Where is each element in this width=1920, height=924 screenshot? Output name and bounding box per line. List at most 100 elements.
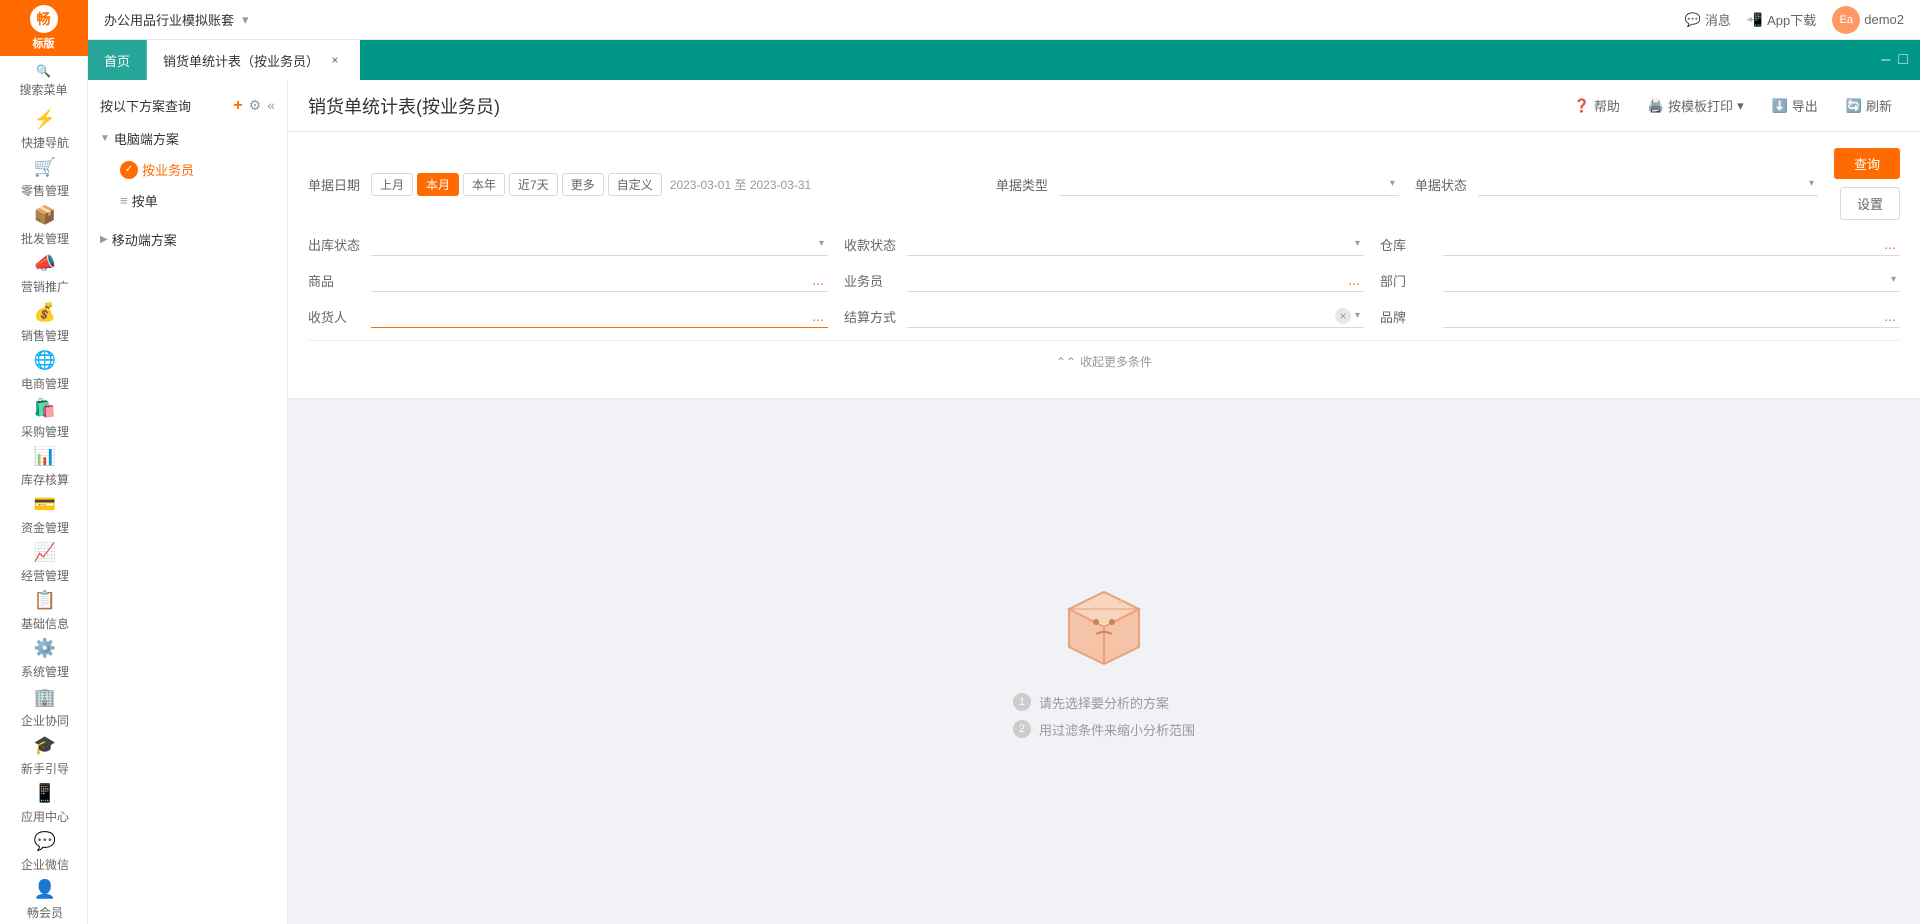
logo-icon: 畅	[30, 5, 58, 33]
sidebar-item-operation[interactable]: 📈 经营管理	[0, 539, 88, 587]
user-profile[interactable]: Ea demo2	[1832, 6, 1904, 34]
left-panel-header: 按以下方案查询 + ⚙ «	[88, 88, 287, 123]
sidebar-item-finance[interactable]: 💳 资金管理	[0, 491, 88, 539]
sidebar-item-retail[interactable]: 🛒 零售管理	[0, 154, 88, 202]
avatar: Ea	[1832, 6, 1860, 34]
date-7days-btn[interactable]: 近7天	[509, 173, 558, 196]
sidebar-item-quick[interactable]: ⚡ 快捷导航	[0, 106, 88, 154]
docstatus-select-wrap: ▾	[1478, 172, 1818, 196]
sidebar-item-base[interactable]: 📋 基础信息	[0, 587, 88, 635]
receiver-input[interactable]	[371, 304, 812, 327]
doctype-input[interactable]	[1059, 172, 1390, 195]
collapse-label: 收起更多条件	[1080, 353, 1152, 370]
filter-receiver: 收货人 ...	[308, 304, 828, 328]
tab-active[interactable]: 销货单统计表（按业务员） ×	[147, 40, 360, 80]
date-more-btn[interactable]: 更多	[562, 173, 604, 196]
department-input[interactable]	[1443, 268, 1891, 291]
query-btn[interactable]: 查询	[1834, 148, 1900, 179]
base-icon: 📋	[34, 590, 56, 611]
sidebar-item-enterprise[interactable]: 🏢 企业协同	[0, 684, 88, 732]
salesman-dots[interactable]: ...	[1348, 272, 1364, 288]
collapse-panel-btn[interactable]: «	[267, 97, 275, 115]
header-left: 办公用品行业模拟账套 ▾	[104, 10, 249, 29]
left-panel: 按以下方案查询 + ⚙ « ▼ 电脑端方案 ✓ 按业务员 ≡ 按单	[88, 80, 288, 924]
department-caret[interactable]: ▾	[1891, 274, 1900, 285]
sidebar-item-newbie[interactable]: 🎓 新手引导	[0, 732, 88, 780]
export-btn[interactable]: ⬇️ 导出	[1764, 92, 1826, 119]
tree-pc-label: 电脑端方案	[114, 129, 179, 148]
sidebar-item-inventory[interactable]: 📊 库存核算	[0, 443, 88, 491]
settlement-input[interactable]	[907, 304, 1335, 327]
empty-icon: ✦ ✦	[1054, 577, 1154, 677]
doctype-caret[interactable]: ▾	[1390, 178, 1399, 189]
left-panel-title: 按以下方案查询	[100, 96, 191, 115]
refresh-btn[interactable]: 🔄 刷新	[1838, 92, 1900, 119]
date-this-year-btn[interactable]: 本年	[463, 173, 505, 196]
sidebar-item-app[interactable]: 📱 应用中心	[0, 780, 88, 828]
app-download-btn[interactable]: 📲 App下载	[1747, 10, 1816, 29]
sidebar-item-ecommerce[interactable]: 🌐 电商管理	[0, 347, 88, 395]
sidebar-item-wechat[interactable]: 💬 企业微信	[0, 828, 88, 876]
add-plan-btn[interactable]: +	[233, 97, 242, 115]
tree-section-mobile: ▶ 移动端方案	[88, 224, 287, 255]
page-title: 销货单统计表(按业务员)	[308, 93, 500, 119]
ecommerce-icon: 🌐	[34, 350, 56, 371]
settings-plan-btn[interactable]: ⚙	[249, 97, 262, 115]
tab-maximize-btn[interactable]: □	[1898, 51, 1908, 69]
settings-btn[interactable]: 设置	[1840, 187, 1900, 220]
outstatus-input[interactable]	[371, 232, 819, 255]
sidebar-item-marketing[interactable]: 📣 营销推广	[0, 250, 88, 298]
sidebar-item-purchase[interactable]: 🛍️ 采购管理	[0, 395, 88, 443]
brand-dots[interactable]: ...	[1884, 308, 1900, 324]
docstatus-caret[interactable]: ▾	[1809, 178, 1818, 189]
tree-item-order[interactable]: ≡ 按单	[108, 185, 287, 216]
settlement-caret[interactable]: ▾	[1355, 310, 1364, 321]
product-dots[interactable]: ...	[812, 272, 828, 288]
sidebar-item-sales[interactable]: 💰 销售管理	[0, 299, 88, 347]
outstatus-caret[interactable]: ▾	[819, 238, 828, 249]
sidebar-item-search[interactable]: 🔍 搜索菜单	[0, 56, 88, 106]
warehouse-dots[interactable]: ...	[1884, 236, 1900, 252]
product-input[interactable]	[371, 268, 812, 291]
date-this-month-btn[interactable]: 本月	[417, 173, 459, 196]
active-tab-label: 销货单统计表（按业务员）	[163, 51, 319, 70]
quick-icon: ⚡	[34, 109, 56, 130]
salesman-input[interactable]	[907, 268, 1348, 291]
plan-order-label: 按单	[132, 191, 158, 210]
docstatus-input[interactable]	[1478, 172, 1809, 195]
payment-input[interactable]	[907, 232, 1355, 255]
settlement-select-wrap: × ▾	[907, 304, 1364, 328]
tab-bar: 首页 销货单统计表（按业务员） × – □	[88, 40, 1920, 80]
sidebar-item-member[interactable]: 👤 畅会员	[0, 876, 88, 924]
tab-home[interactable]: 首页	[88, 40, 147, 80]
help-btn[interactable]: ❓ 帮助	[1566, 92, 1628, 119]
message-btn[interactable]: 💬 消息	[1685, 10, 1731, 29]
collapse-btn[interactable]: ⌃⌃ 收起更多条件	[1044, 349, 1164, 374]
header-dropdown-icon[interactable]: ▾	[242, 12, 249, 28]
warehouse-input[interactable]	[1443, 232, 1884, 255]
tab-minimize-btn[interactable]: –	[1881, 51, 1890, 69]
purchase-icon: 🛍️	[34, 398, 56, 419]
sidebar-item-system[interactable]: ⚙️ 系统管理	[0, 635, 88, 683]
tree-mobile-label: 移动端方案	[112, 230, 177, 249]
page-actions: ❓ 帮助 🖨️ 按模板打印 ▾ ⬇️ 导出 🔄 刷新	[1566, 92, 1900, 119]
template-print-btn[interactable]: 🖨️ 按模板打印 ▾	[1640, 92, 1752, 119]
date-last-month-btn[interactable]: 上月	[371, 173, 413, 196]
tab-bar-actions: – □	[1881, 51, 1920, 69]
search-icon: 🔍	[36, 64, 51, 78]
payment-label: 收款状态	[844, 235, 899, 254]
brand-input[interactable]	[1443, 304, 1884, 327]
tree-item-salesman[interactable]: ✓ 按业务员	[108, 154, 287, 185]
settlement-clear-btn[interactable]: ×	[1335, 308, 1351, 324]
empty-text: 请先选择要分析的方案 用过滤条件来缩小分析范围	[1013, 693, 1195, 747]
filter-area: 单据日期 上月 本月 本年 近7天 更多 自定义 2023-03-01 至 20…	[288, 132, 1920, 399]
payment-caret[interactable]: ▾	[1355, 238, 1364, 249]
receiver-dots[interactable]: ...	[812, 308, 828, 324]
sidebar-item-wholesale[interactable]: 📦 批发管理	[0, 202, 88, 250]
date-custom-btn[interactable]: 自定义	[608, 173, 662, 196]
marketing-icon: 📣	[34, 253, 56, 274]
tab-close-btn[interactable]: ×	[327, 52, 343, 68]
filter-row-2: 出库状态 ▾ 收款状态 ▾ 仓库	[308, 232, 1900, 256]
operation-icon: 📈	[34, 542, 56, 563]
inventory-icon: 📊	[34, 446, 56, 467]
